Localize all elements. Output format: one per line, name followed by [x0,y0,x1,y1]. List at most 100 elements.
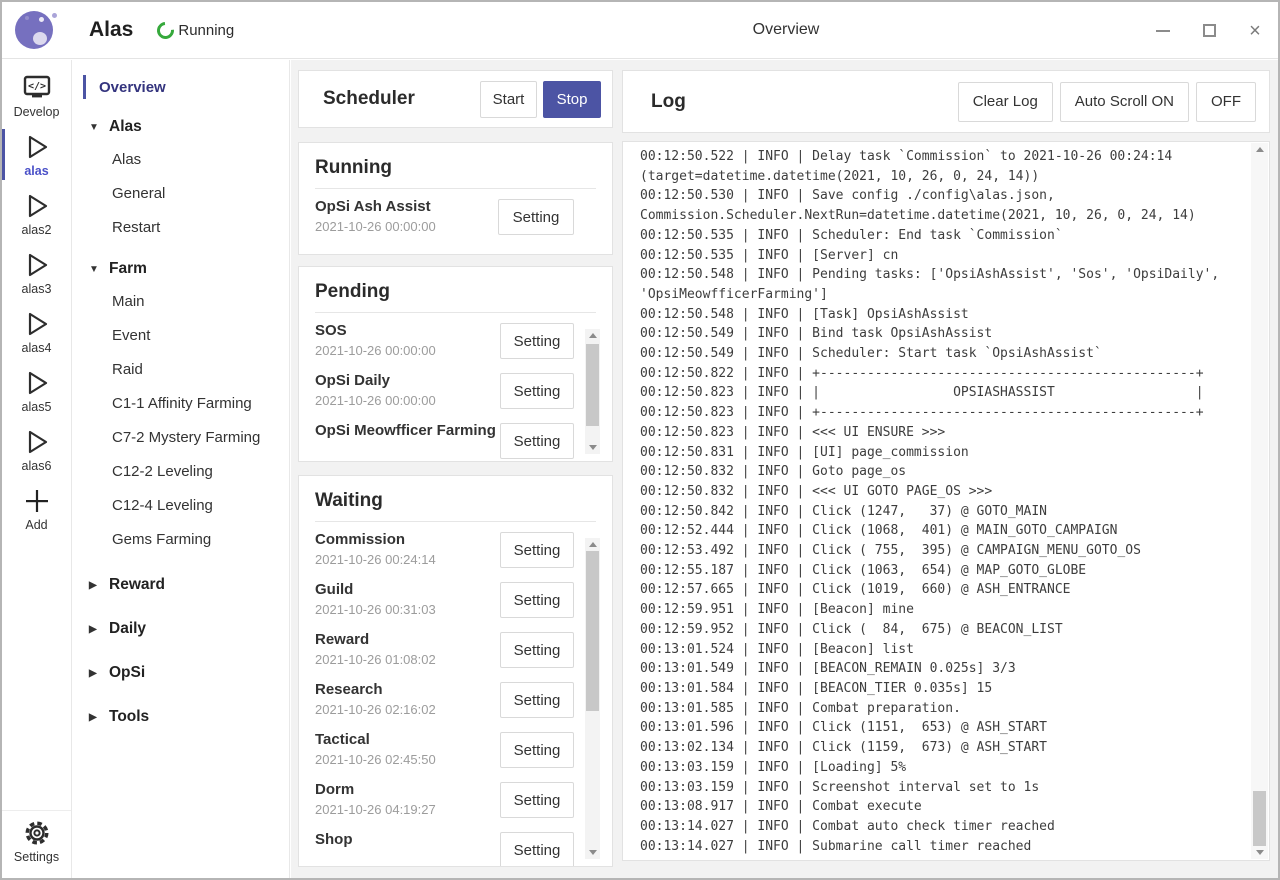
rail-item-settings[interactable]: Settings [2,810,71,870]
setting-button[interactable]: Setting [500,632,574,668]
sidebar-item-label: Raid [112,361,143,378]
close-icon: × [1249,21,1261,41]
rail-item-alas2[interactable]: alas2 [2,184,71,243]
setting-button[interactable]: Setting [500,373,574,409]
sidebar-item-label: Gems Farming [112,531,211,548]
task-info: Commission2021-10-26 00:24:14 [315,529,436,570]
log-line: 00:13:03.159 | INFO | [Loading] 5% [640,758,1243,778]
autoscroll-on-button[interactable]: Auto Scroll ON [1060,82,1189,122]
log-line: 00:13:01.596 | INFO | Click (1151, 653) … [640,718,1243,738]
rail-item-alas3[interactable]: alas3 [2,243,71,302]
log-panel-header: Log Clear Log Auto Scroll ON OFF [622,70,1270,133]
scrollbar-thumb[interactable] [586,344,599,426]
rail-item-label: alas2 [22,223,52,237]
autoscroll-off-button[interactable]: OFF [1196,82,1256,122]
sidebar-item-raid[interactable]: Raid [72,352,289,386]
scroll-up-icon[interactable] [585,538,600,551]
section-running: RunningOpSi Ash Assist2021-10-26 00:00:0… [298,142,613,255]
app-window: Alas Running Overview × </>Developalas al… [0,0,1280,880]
start-button[interactable]: Start [480,81,537,118]
log-line: 00:13:08.917 | INFO | Combat execute [640,797,1243,817]
rail-item-alas[interactable]: alas [2,125,71,184]
log-line: 'OpsiMeowfficerFarming'] [640,285,1243,305]
log-line: 00:13:01.584 | INFO | [BEACON_TIER 0.035… [640,679,1243,699]
sidebar-item-alas[interactable]: Alas [72,142,289,176]
sidebar-item-daily[interactable]: ▶Daily [72,614,289,644]
maximize-button[interactable] [1200,22,1218,40]
task-row: OpSi Daily2021-10-26 00:00:00Setting [315,370,574,420]
setting-button[interactable]: Setting [500,582,574,618]
task-name: SOS [315,320,436,341]
setting-button[interactable]: Setting [500,532,574,568]
setting-button[interactable]: Setting [500,732,574,768]
scrollbar-thumb[interactable] [586,551,599,711]
rail-item-add[interactable]: Add [2,479,71,538]
scroll-up-icon[interactable] [585,329,600,342]
log-line: (target=datetime.datetime(2021, 10, 26, … [640,167,1243,187]
setting-button[interactable]: Setting [500,682,574,718]
sidebar-item-label: Farm [109,260,147,278]
log-line: 00:12:55.187 | INFO | Click (1063, 654) … [640,561,1243,581]
log-line: 00:12:59.951 | INFO | [Beacon] mine [640,600,1243,620]
sidebar-item-c12-4-leveling[interactable]: C12-4 Leveling [72,488,289,522]
close-button[interactable]: × [1246,22,1264,40]
sidebar-item-farm[interactable]: ▼Farm [72,254,289,284]
sidebar-item-restart[interactable]: Restart [72,210,289,244]
app-rail: </>Developalas alas2 alas3 alas4 alas5alas6A… [2,60,72,878]
sidebar-item-overview[interactable]: Overview [72,72,289,102]
log-line: Commission.Scheduler.NextRun=datetime.da… [640,206,1243,226]
sidebar-item-opsi[interactable]: ▶OpSi [72,658,289,688]
sidebar-item-general[interactable]: General [72,176,289,210]
log-scrollbar-thumb[interactable] [1253,791,1266,846]
task-info: OpSi Ash Assist2021-10-26 00:00:00 [315,196,436,237]
log-scrollbar[interactable] [1251,143,1268,859]
setting-button[interactable]: Setting [498,199,574,235]
sidebar-item-main[interactable]: Main [72,284,289,318]
task-next-run-time: 2021-10-26 00:24:14 [315,550,436,570]
setting-button[interactable]: Setting [500,832,574,867]
sidebar-item-c1-1-affinity-farming[interactable]: C1-1 Affinity Farming [72,386,289,420]
scroll-down-icon[interactable] [585,846,600,859]
setting-button[interactable]: Setting [500,323,574,359]
log-title: Log [651,91,951,113]
task-row: OpSi Ash Assist2021-10-26 00:00:00 Settin… [315,196,574,246]
sidebar-item-gems-farming[interactable]: Gems Farming [72,522,289,556]
clear-log-button[interactable]: Clear Log [958,82,1053,122]
sidebar-item-event[interactable]: Event [72,318,289,352]
sidebar-item-c7-2-mystery-farming[interactable]: C7-2 Mystery Farming [72,420,289,454]
rail-item-label: Develop [14,105,60,119]
play-icon [23,426,51,458]
section-scrollbar[interactable] [585,538,600,859]
scroll-down-icon[interactable] [585,441,600,454]
rail-item-develop[interactable]: </>Develop [2,66,71,125]
sidebar-item-tools[interactable]: ▶Tools [72,702,289,732]
stop-button[interactable]: Stop [543,81,601,118]
rail-item-label: alas4 [22,341,52,355]
setting-button[interactable]: Setting [500,782,574,818]
sidebar-item-reward[interactable]: ▶Reward [72,570,289,600]
log-line: 00:12:57.665 | INFO | Click (1019, 660) … [640,580,1243,600]
minimize-button[interactable] [1154,22,1172,40]
task-name: OpSi Meowfficer Farming [315,420,496,441]
task-row: Research2021-10-26 02:16:02Setting [315,679,574,729]
task-next-run-time: 2021-10-26 00:00:00 [315,217,436,237]
task-info: OpSi Meowfficer Farming [315,420,496,441]
sidebar-item-alas[interactable]: ▼Alas [72,112,289,142]
rail-item-alas6[interactable]: alas6 [2,420,71,479]
task-row: Dorm2021-10-26 04:19:27Setting [315,779,574,829]
status-indicator: Running [157,22,234,39]
task-name: Dorm [315,779,436,800]
sidebar-item-c12-2-leveling[interactable]: C12-2 Leveling [72,454,289,488]
log-line: 00:12:50.548 | INFO | [Task] OpsiAshAssi… [640,305,1243,325]
rail-item-alas4[interactable]: alas4 [2,302,71,361]
rail-item-label: Settings [14,850,59,864]
section-scrollbar[interactable] [585,329,600,454]
task-row: Commission2021-10-26 00:24:14 Setting [315,529,574,579]
log-output: 00:12:50.522 | INFO | Delay task `Commis… [623,142,1269,860]
section-title: Pending [315,267,596,313]
scroll-down-icon[interactable] [1251,846,1268,859]
task-name: Shop [315,829,353,850]
rail-item-alas5[interactable]: alas5 [2,361,71,420]
setting-button[interactable]: Setting [500,423,574,459]
scroll-up-icon[interactable] [1251,143,1268,156]
